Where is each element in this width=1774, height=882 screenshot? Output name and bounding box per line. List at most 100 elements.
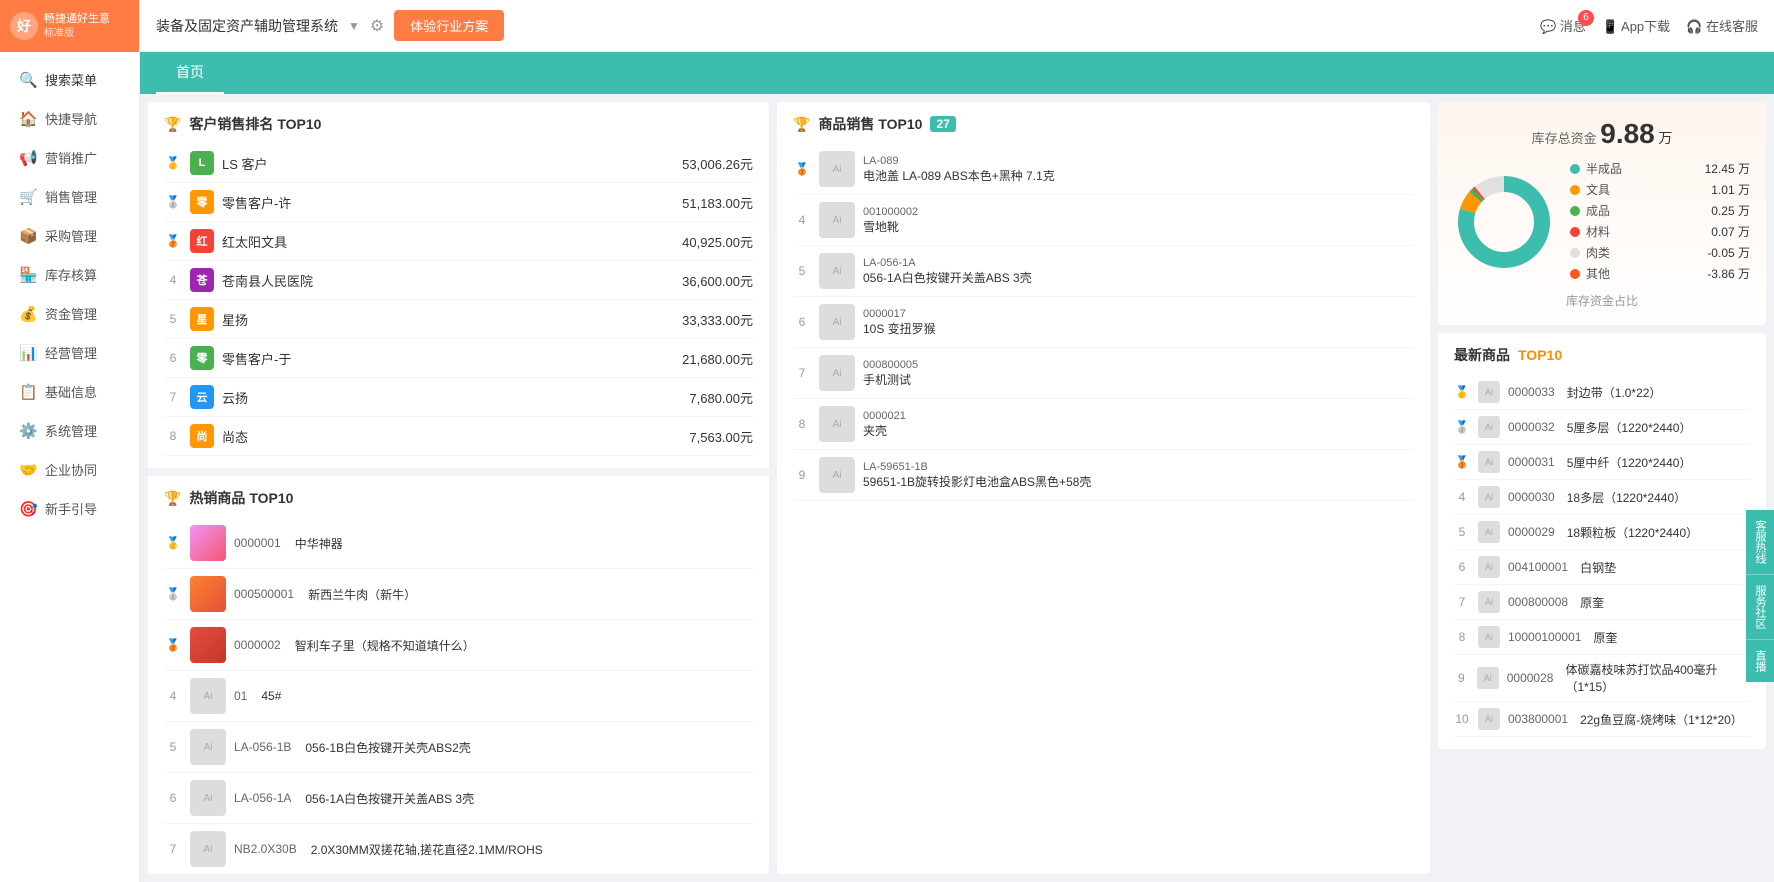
customer-avatar-3: 红 — [190, 229, 214, 253]
product-rank-icon-5: Ai — [819, 253, 855, 289]
float-btn-service[interactable]: 客服热线 — [1746, 510, 1774, 575]
inventory-icon: 🏪 — [19, 266, 37, 284]
chart-label: 库存资金占比 — [1454, 292, 1750, 309]
sidebar-item-company[interactable]: 🤝 企业协同 — [0, 450, 139, 489]
customer-name-1: LS 客户 — [222, 154, 674, 173]
product-name-1: 中华神器 — [295, 535, 343, 552]
new-product-item-9: 9 Ai 0000028 体碳嘉枝味苏打饮品400毫升（1*15） — [1454, 655, 1750, 702]
settings-icon[interactable]: ⚙ — [370, 16, 384, 36]
product-code-6: LA-056-1A — [234, 791, 291, 805]
legend-name-other: 其他 — [1586, 265, 1701, 282]
sidebar-item-search[interactable]: 🔍 搜索菜单 — [0, 60, 139, 99]
product-name-3: 智利车子里（规格不知道填什么） — [295, 637, 475, 654]
product-rank-num-4: 4 — [793, 213, 811, 227]
legend-name-finished: 成品 — [1586, 202, 1705, 219]
hot-rank-2: 🥈 — [164, 587, 182, 601]
customer-name-2: 零售客户-许 — [222, 193, 674, 212]
sidebar-item-basic[interactable]: 📋 基础信息 — [0, 372, 139, 411]
tab-home[interactable]: 首页 — [156, 52, 224, 94]
product-name-2: 新西兰牛肉（新牛） — [308, 586, 416, 603]
new-product-name-8: 原奎 — [1593, 629, 1617, 646]
app-download-button[interactable]: 📱 App下载 — [1602, 16, 1670, 35]
customer-amount-8: 7,563.00元 — [689, 427, 753, 446]
legend-item-finished: 成品 0.25 万 — [1570, 202, 1750, 219]
new-product-name-7: 原奎 — [1580, 594, 1604, 611]
new-product-item-1: 🥇 Ai 0000033 封边带（1.0*22） — [1454, 375, 1750, 410]
legend-dot-finished — [1570, 206, 1580, 216]
product-rank-name-5: 056-1A白色按键开关盖ABS 3壳 — [863, 269, 1414, 286]
product-rank-name-9: 59651-1B旋转投影灯电池盒ABS黑色+58壳 — [863, 473, 1414, 490]
float-btn-community[interactable]: 服务社区 — [1746, 575, 1774, 640]
rank-item: 8 尚 尚态 7,563.00元 — [164, 417, 753, 456]
online-service-button[interactable]: 🎧 在线客服 — [1686, 16, 1758, 35]
customer-name-5: 星扬 — [222, 310, 674, 329]
product-rank-item-7: 7 Ai 000800005 手机测试 — [793, 348, 1414, 399]
legend-value-other: -3.86 万 — [1707, 265, 1750, 282]
product-rank-code-5: LA-056-1A — [863, 257, 1414, 269]
customer-name-7: 云扬 — [222, 388, 681, 407]
sidebar-item-system[interactable]: ⚙️ 系统管理 — [0, 411, 139, 450]
new-product-name-3: 5厘中纤（1220*2440） — [1567, 454, 1692, 471]
product-icon-5: Ai — [190, 729, 226, 765]
rank-item: 🥉 红 红太阳文具 40,925.00元 — [164, 222, 753, 261]
product-icon-4: Ai — [190, 678, 226, 714]
product-rank-item-4: 4 Ai 001000002 雪地靴 — [793, 195, 1414, 246]
product-rank-icon-6: Ai — [819, 304, 855, 340]
customer-amount-6: 21,680.00元 — [682, 349, 753, 368]
product-icon-6: Ai — [190, 780, 226, 816]
dropdown-arrow-icon[interactable]: ▼ — [348, 19, 360, 33]
new-product-item-7: 7 Ai 000800008 原奎 — [1454, 585, 1750, 620]
product-rank-num-8: 8 — [793, 417, 811, 431]
new-product-code-6: 004100001 — [1508, 560, 1568, 574]
product-rank-item-8: 8 Ai 0000021 夹壳 — [793, 399, 1414, 450]
product-code-4: 01 — [234, 689, 247, 703]
sidebar-item-sales[interactable]: 🛒 销售管理 — [0, 177, 139, 216]
customer-name-6: 零售客户-于 — [222, 349, 674, 368]
legend-dot-materials — [1570, 227, 1580, 237]
hot-product-item: 🥈 000500001 新西兰牛肉（新牛） — [164, 569, 753, 620]
new-product-item-2: 🥈 Ai 0000032 5厘多层（1220*2440） — [1454, 410, 1750, 445]
trial-button[interactable]: 体验行业方案 — [394, 10, 504, 41]
legend-name-stationery: 文具 — [1586, 181, 1705, 198]
sidebar-item-finance[interactable]: 💰 资金管理 — [0, 294, 139, 333]
sidebar-item-marketing[interactable]: 📢 营销推广 — [0, 138, 139, 177]
sidebar-item-nav[interactable]: 🏠 快捷导航 — [0, 99, 139, 138]
legend-name-semifinished: 半成品 — [1586, 160, 1699, 177]
rank-num-7: 7 — [164, 390, 182, 404]
new-product-num-1: 🥇 — [1454, 385, 1470, 399]
new-products-box: 最新商品 TOP10 🥇 Ai 0000033 封边带（1.0*22） 🥈 Ai… — [1438, 333, 1766, 749]
company-icon: 🤝 — [19, 461, 37, 479]
product-ranking-title: 🏆 商品销售 TOP10 27 — [793, 114, 1414, 134]
customer-name-8: 尚态 — [222, 427, 681, 446]
messages-badge: 6 — [1578, 10, 1594, 26]
customer-avatar-8: 尚 — [190, 424, 214, 448]
product-code-1: 0000001 — [234, 536, 281, 550]
hot-rank-medal: 🥇 — [164, 536, 182, 550]
new-product-name-1: 封边带（1.0*22） — [1567, 384, 1662, 401]
product-rank-name-4: 雪地靴 — [863, 218, 1414, 235]
customer-amount-1: 53,006.26元 — [682, 154, 753, 173]
new-product-icon-9: Ai — [1477, 667, 1499, 689]
new-product-name-5: 18颗粒板（1220*2440） — [1567, 524, 1698, 541]
message-icon: 💬 — [1540, 19, 1556, 34]
logo-text: 畅捷通好生意 标准版 — [44, 12, 110, 39]
rank-medal-3: 🥉 — [164, 234, 182, 248]
product-code-3: 0000002 — [234, 638, 281, 652]
product-rank-name-7: 手机测试 — [863, 371, 1414, 388]
new-product-code-5: 0000029 — [1508, 525, 1555, 539]
product-name-7: 2.0X30MM双搓花轴,搓花直径2.1MM/ROHS — [311, 841, 543, 858]
sidebar-item-purchase[interactable]: 📦 采购管理 — [0, 216, 139, 255]
float-btn-live[interactable]: 直播 — [1746, 640, 1774, 682]
rank-item: 4 苍 苍南县人民医院 36,600.00元 — [164, 261, 753, 300]
messages-button[interactable]: 💬 消息 6 — [1540, 16, 1586, 35]
right-panel: 库存总资金 9.88 万 — [1434, 94, 1774, 882]
rank-num-6: 6 — [164, 351, 182, 365]
finance-icon: 💰 — [19, 305, 37, 323]
content-area: 🏆 客户销售排名 TOP10 🥇 L LS 客户 53,006.26元 🥈 — [140, 94, 1774, 882]
legend-dot-other — [1570, 269, 1580, 279]
new-product-code-1: 0000033 — [1508, 385, 1555, 399]
sidebar-item-inventory[interactable]: 🏪 库存核算 — [0, 255, 139, 294]
sidebar-item-operations[interactable]: 📊 经营管理 — [0, 333, 139, 372]
sidebar-item-guide[interactable]: 🎯 新手引导 — [0, 489, 139, 528]
product-rank-code-8: 0000021 — [863, 410, 1414, 422]
